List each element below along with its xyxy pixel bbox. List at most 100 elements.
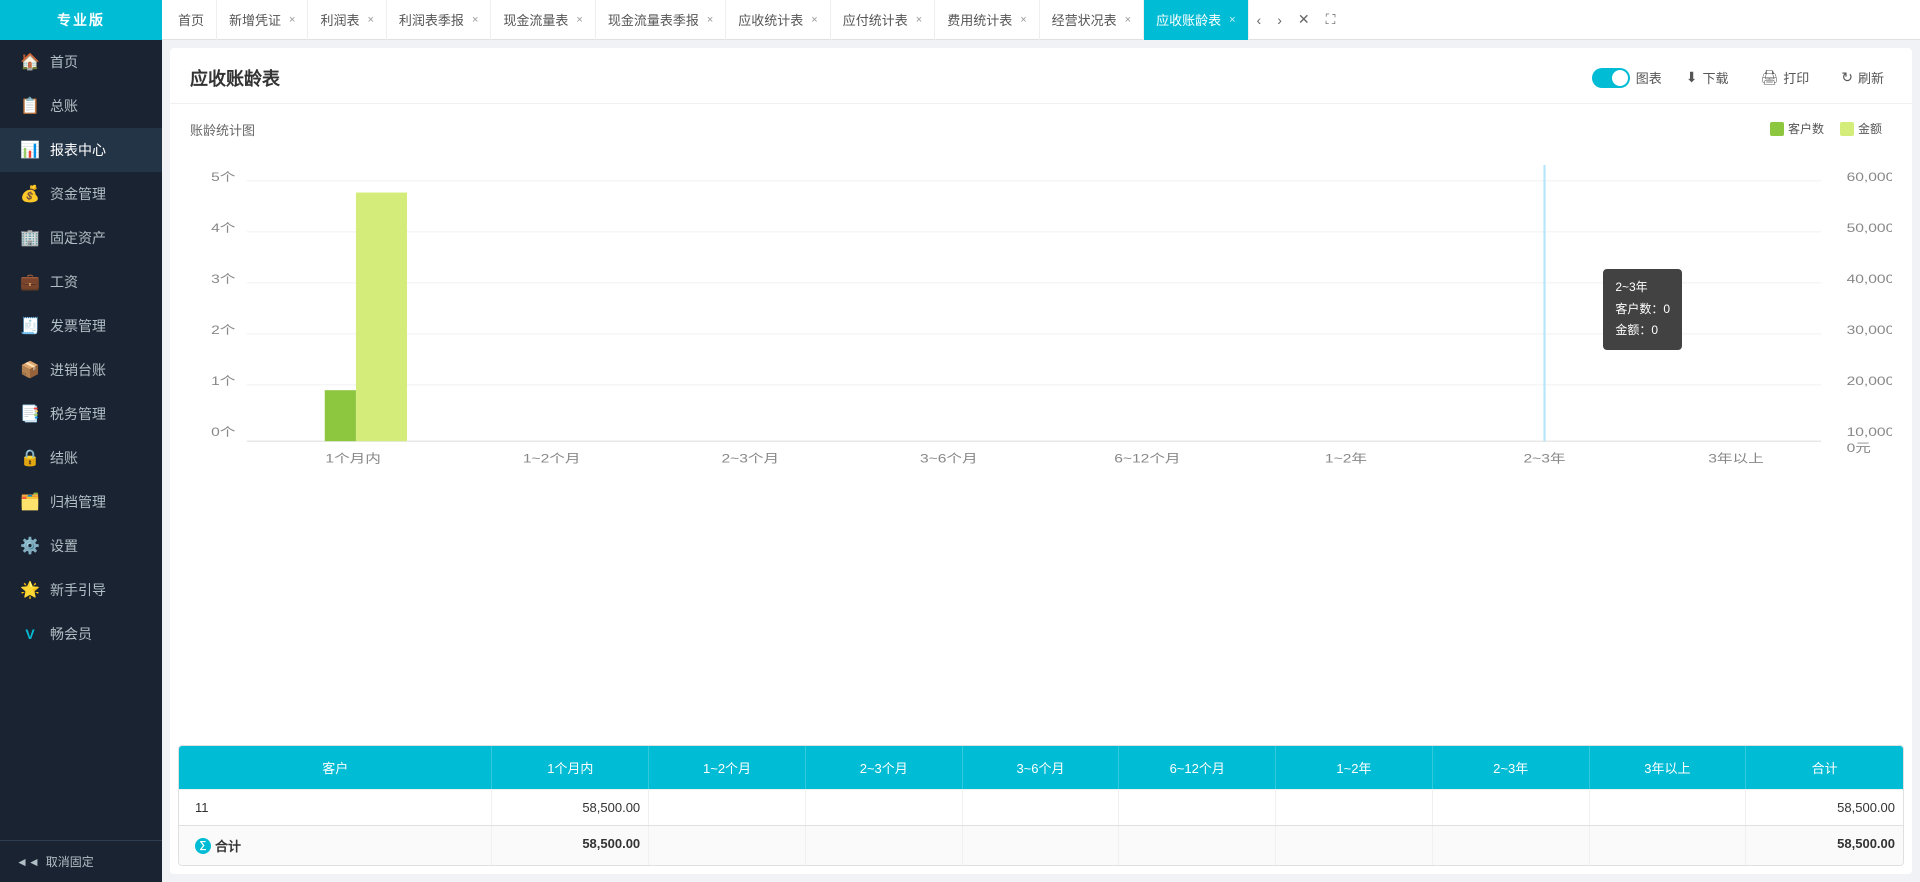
svg-text:0元: 0元	[1847, 442, 1872, 455]
sidebar-item-home[interactable]: 🏠 首页	[0, 40, 162, 84]
tab-cashflow[interactable]: 现金流量表 ×	[491, 0, 595, 40]
table-row: 11 58,500.00 58,500.00	[179, 789, 1903, 825]
col-header-m1: 1个月内	[492, 746, 649, 789]
legend-customer-label: 客户数	[1788, 120, 1824, 137]
tax-icon: 📑	[20, 404, 40, 424]
sidebar-item-label: 进销台账	[50, 360, 106, 380]
tab-scroll-right[interactable]: ›	[1269, 0, 1290, 40]
sidebar-item-salary[interactable]: 💼 工资	[0, 260, 162, 304]
tab-profit-quarterly-label: 利润表季报	[399, 10, 464, 29]
sidebar-item-close[interactable]: 🔒 结账	[0, 436, 162, 480]
tab-close-profit-quarterly[interactable]: ×	[472, 14, 478, 26]
close-accounts-icon: 🔒	[20, 448, 40, 468]
svg-text:2~3年: 2~3年	[1523, 452, 1565, 465]
svg-text:2~3个月: 2~3个月	[721, 452, 779, 465]
svg-text:1~2年: 1~2年	[1325, 452, 1367, 465]
svg-text:1~2个月: 1~2个月	[523, 452, 581, 465]
sidebar-item-ledger[interactable]: 📋 总账	[0, 84, 162, 128]
sidebar-item-archive[interactable]: 🗂️ 归档管理	[0, 480, 162, 524]
sidebar-item-invoice[interactable]: 🧾 发票管理	[0, 304, 162, 348]
tab-aging[interactable]: 应收账龄表 ×	[1144, 0, 1248, 40]
total-m8	[1590, 826, 1747, 865]
sidebar-item-tax[interactable]: 📑 税务管理	[0, 392, 162, 436]
tab-home[interactable]: 首页	[166, 0, 217, 40]
table-header: 客户 1个月内 1~2个月 2~3个月 3~6个月 6~12个月 1~2年 2~…	[179, 746, 1903, 789]
svg-text:10,000.00元: 10,000.00元	[1847, 426, 1892, 439]
cell-m1: 58,500.00	[492, 790, 649, 825]
tab-receivable-stat-label: 应收统计表	[738, 10, 803, 29]
tab-new-voucher[interactable]: 新增凭证 ×	[217, 0, 308, 40]
download-label: 下载	[1702, 68, 1728, 87]
col-header-m6: 1~2年	[1276, 746, 1433, 789]
header-actions: 图表 ⬇ 下载 🖨 打印 ↻ 刷新	[1592, 64, 1892, 91]
svg-text:30,000.00元: 30,000.00元	[1847, 324, 1892, 337]
sidebar-item-label: 首页	[50, 52, 78, 72]
sidebar-item-settings[interactable]: ⚙️ 设置	[0, 524, 162, 568]
tab-operation-stat-label: 经营状况表	[1052, 10, 1117, 29]
col-header-total: 合计	[1746, 746, 1903, 789]
tab-cashflow-quarterly[interactable]: 现金流量表季报 ×	[596, 0, 726, 40]
download-button[interactable]: ⬇ 下载	[1678, 64, 1737, 91]
tab-close-payable-stat[interactable]: ×	[916, 14, 922, 26]
chart-svg: 5个 4个 3个 2个 1个 0个 60,000.00元 50,000.00元 …	[190, 149, 1892, 489]
chart-toggle[interactable]	[1592, 68, 1630, 88]
cell-total: 58,500.00	[1746, 790, 1903, 825]
total-label-wrap: ∑ 合计	[195, 836, 483, 855]
cell-m5	[1119, 790, 1276, 825]
tab-profit-label: 利润表	[320, 10, 359, 29]
tab-profit-quarterly[interactable]: 利润表季报 ×	[387, 0, 491, 40]
tab-receivable-stat[interactable]: 应收统计表 ×	[726, 0, 830, 40]
tab-close-aging[interactable]: ×	[1229, 14, 1235, 26]
total-m5	[1119, 826, 1276, 865]
svg-text:1个: 1个	[211, 375, 236, 388]
tab-maximize[interactable]: ⛶	[1318, 0, 1344, 40]
tab-close-new-voucher[interactable]: ×	[289, 14, 295, 26]
tab-close-cashflow-quarterly[interactable]: ×	[707, 14, 713, 26]
refresh-button[interactable]: ↻ 刷新	[1833, 64, 1892, 91]
cancel-pin-button[interactable]: ◄◄ 取消固定	[0, 841, 162, 882]
sidebar-item-fixed-assets[interactable]: 🏢 固定资产	[0, 216, 162, 260]
refresh-label: 刷新	[1858, 68, 1884, 87]
cell-m6	[1276, 790, 1433, 825]
reports-icon: 📊	[20, 140, 40, 160]
tab-expense-stat-label: 费用统计表	[947, 10, 1012, 29]
chart-toggle-label: 图表	[1636, 68, 1662, 87]
sidebar-item-vip[interactable]: V 畅会员	[0, 612, 162, 656]
sidebar-item-reports[interactable]: 📊 报表中心	[0, 128, 162, 172]
ledger-icon: 📋	[20, 96, 40, 116]
chart-title: 账龄统计图	[190, 120, 1892, 139]
svg-text:4个: 4个	[211, 222, 236, 235]
col-header-m2: 1~2个月	[649, 746, 806, 789]
total-label: 合计	[215, 836, 241, 855]
sidebar-item-label: 税务管理	[50, 404, 106, 424]
tab-operation-stat[interactable]: 经营状况表 ×	[1040, 0, 1144, 40]
refresh-icon: ↻	[1841, 69, 1853, 86]
svg-text:6~12个月: 6~12个月	[1114, 452, 1180, 465]
tab-profit[interactable]: 利润表 ×	[308, 0, 386, 40]
tab-close-expense-stat[interactable]: ×	[1020, 14, 1026, 26]
print-button[interactable]: 🖨 打印	[1752, 64, 1817, 91]
total-m3	[806, 826, 963, 865]
salary-icon: 💼	[20, 272, 40, 292]
app-logo: 专业版	[0, 0, 162, 40]
tab-close-operation-stat[interactable]: ×	[1125, 14, 1131, 26]
total-m4	[963, 826, 1120, 865]
sidebar-item-label: 发票管理	[50, 316, 106, 336]
download-icon: ⬇	[1686, 69, 1698, 86]
sidebar-item-funds[interactable]: 💰 资金管理	[0, 172, 162, 216]
tab-expense-stat[interactable]: 费用统计表 ×	[935, 0, 1039, 40]
svg-text:2个: 2个	[211, 324, 236, 337]
tab-close-receivable-stat[interactable]: ×	[811, 14, 817, 26]
sidebar-item-guide[interactable]: 🌟 新手引导	[0, 568, 162, 612]
sidebar-item-inventory[interactable]: 📦 进销台账	[0, 348, 162, 392]
tab-scroll-left[interactable]: ‹	[1249, 0, 1270, 40]
total-m1: 58,500.00	[492, 826, 649, 865]
tab-close-cashflow[interactable]: ×	[576, 14, 582, 26]
tab-payable-stat[interactable]: 应付统计表 ×	[831, 0, 935, 40]
tab-close-profit[interactable]: ×	[367, 14, 373, 26]
archive-icon: 🗂️	[20, 492, 40, 512]
guide-icon: 🌟	[20, 580, 40, 600]
inventory-icon: 📦	[20, 360, 40, 380]
total-m6	[1276, 826, 1433, 865]
tab-close-all[interactable]: ✕	[1290, 0, 1318, 40]
